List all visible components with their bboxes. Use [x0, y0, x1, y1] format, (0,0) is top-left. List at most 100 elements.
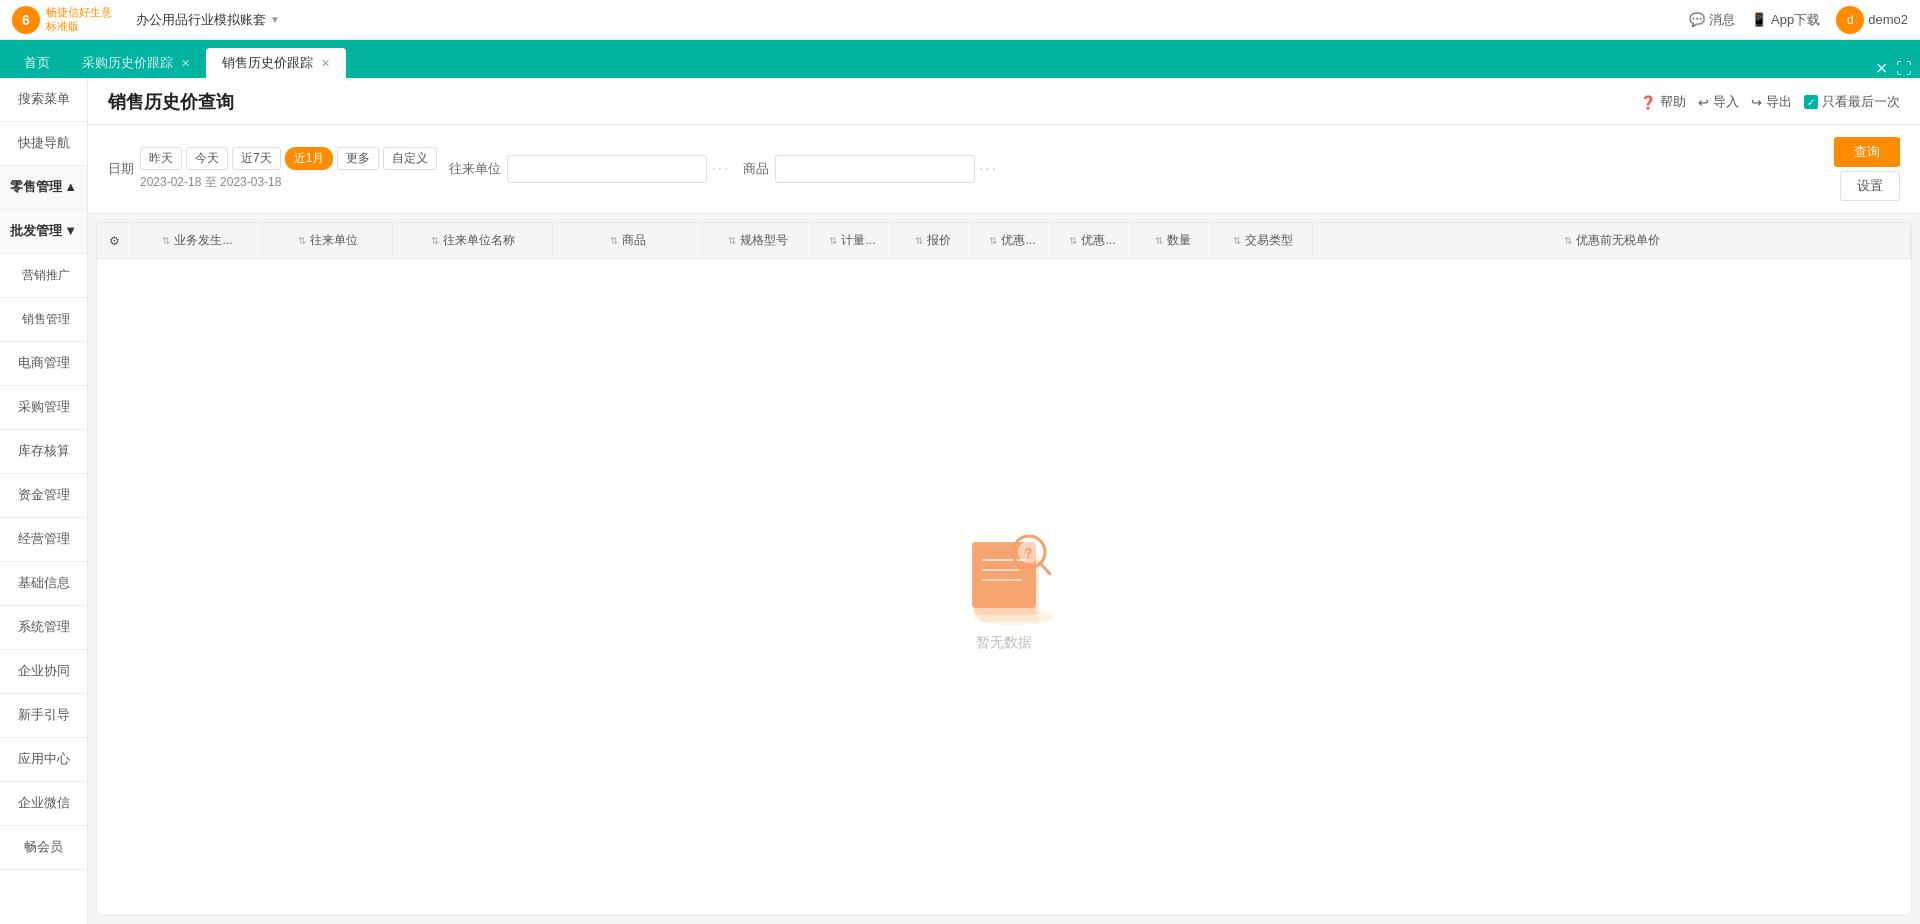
user-profile-button[interactable]: d demo2: [1836, 6, 1908, 34]
partner-input[interactable]: [507, 155, 707, 183]
product-input-wrapper: ···: [775, 155, 998, 183]
sidebar-item-operations[interactable]: 经营管理: [0, 518, 87, 562]
th-price[interactable]: ⇅ 报价: [893, 223, 973, 258]
sort-notax-icon: ⇅: [1564, 235, 1572, 246]
page-actions: ❓ 帮助 ↩ 导入 ↪ 导出 ✓ 只看最后一次: [1640, 93, 1900, 111]
tab-maximize-icon[interactable]: ⛶: [1896, 60, 1912, 78]
sidebar-item-app-center[interactable]: 应用中心: [0, 738, 87, 782]
th-product[interactable]: ⇅ 商品: [553, 223, 703, 258]
message-icon: 💬: [1689, 12, 1705, 27]
sort-unit-icon: ⇅: [829, 235, 837, 246]
th-discount2[interactable]: ⇅ 优惠...: [1053, 223, 1133, 258]
only-last-checkbox[interactable]: ✓ 只看最后一次: [1804, 93, 1900, 111]
date-btn-more[interactable]: 更多: [337, 147, 379, 170]
partner-dots-icon: ···: [711, 160, 730, 178]
help-icon: ❓: [1640, 95, 1656, 110]
sidebar-item-sales-mgmt[interactable]: 销售管理: [0, 298, 87, 342]
export-icon: ↪: [1751, 95, 1762, 110]
sort-trade-icon: ⇅: [1233, 235, 1241, 246]
sidebar: 搜索菜单 快捷导航 零售管理 ▲ 批发管理 ▼ 营销推广 销售管理 电商管理 采…: [0, 78, 88, 924]
tab-close-all-icon[interactable]: ✕: [1875, 59, 1888, 78]
page-header: 销售历史价查询 ❓ 帮助 ↩ 导入 ↪ 导出 ✓: [88, 78, 1920, 125]
top-bar-left: 6 畅捷信好生意 标准版 办公用品行业模拟账套 ▼: [12, 6, 280, 34]
tab-purchase-history[interactable]: 采购历史价跟踪 ✕: [66, 48, 206, 78]
partner-input-wrapper: ···: [507, 155, 730, 183]
th-qty[interactable]: ⇅ 数量: [1133, 223, 1213, 258]
tab-sales-history-close-icon[interactable]: ✕: [321, 57, 330, 70]
sidebar-item-search-menu[interactable]: 搜索菜单: [0, 78, 87, 122]
table-container: ⚙ ⇅ 业务发生... ⇅ 往来单位 ⇅ 往来单位名称 ⇅ 商品: [96, 222, 1912, 916]
sidebar-item-enterprise-wechat[interactable]: 企业微信: [0, 782, 87, 826]
empty-illustration: ?: [954, 522, 1054, 622]
sort-product-icon: ⇅: [610, 235, 618, 246]
th-trade[interactable]: ⇅ 交易类型: [1213, 223, 1313, 258]
query-button[interactable]: 查询: [1834, 137, 1900, 167]
date-label: 日期: [108, 160, 134, 178]
sidebar-item-vip[interactable]: 畅会员: [0, 826, 87, 870]
sidebar-item-purchase[interactable]: 采购管理: [0, 386, 87, 430]
retail-arrow-icon: ▲: [64, 179, 77, 196]
date-btn-1month[interactable]: 近1月: [285, 147, 334, 170]
message-button[interactable]: 💬 消息: [1689, 11, 1735, 29]
checkbox-icon: ✓: [1804, 95, 1818, 109]
date-btn-yesterday[interactable]: 昨天: [140, 147, 182, 170]
settings-gear-icon: ⚙: [109, 234, 120, 248]
date-filter-group: 日期 昨天 今天 近7天 近1月 更多 自定义 2023-02-18 至 202…: [108, 147, 437, 191]
page-title: 销售历史价查询: [108, 90, 234, 114]
sidebar-item-basic-info[interactable]: 基础信息: [0, 562, 87, 606]
sidebar-item-finance[interactable]: 资金管理: [0, 474, 87, 518]
product-dots-icon: ···: [979, 160, 998, 178]
svg-text:?: ?: [1024, 545, 1033, 561]
product-label: 商品: [743, 160, 769, 178]
th-notax-price[interactable]: ⇅ 优惠前无税单价: [1313, 223, 1911, 258]
th-date[interactable]: ⇅ 业务发生...: [133, 223, 263, 258]
logo-area: 6 畅捷信好生意 标准版: [12, 6, 112, 34]
app-selector-arrow-icon: ▼: [270, 14, 280, 25]
empty-text: 暂无数据: [976, 634, 1032, 652]
sidebar-item-quick-nav[interactable]: 快捷导航: [0, 122, 87, 166]
th-discount1[interactable]: ⇅ 优惠...: [973, 223, 1053, 258]
th-unit[interactable]: ⇅ 计量...: [813, 223, 893, 258]
date-buttons: 昨天 今天 近7天 近1月 更多 自定义: [140, 147, 437, 170]
settings-button[interactable]: 设置: [1840, 171, 1900, 201]
th-settings[interactable]: ⚙: [97, 223, 133, 258]
sidebar-item-enterprise[interactable]: 企业协同: [0, 650, 87, 694]
sidebar-item-marketing[interactable]: 营销推广: [0, 254, 87, 298]
product-input[interactable]: [775, 155, 975, 183]
import-icon: ↩: [1698, 95, 1709, 110]
sidebar-item-retail-mgmt[interactable]: 零售管理 ▲: [0, 166, 87, 210]
svg-line-9: [1040, 563, 1050, 574]
th-spec[interactable]: ⇅ 规格型号: [703, 223, 813, 258]
content-area: 销售历史价查询 ❓ 帮助 ↩ 导入 ↪ 导出 ✓: [88, 78, 1920, 924]
date-btn-today[interactable]: 今天: [186, 147, 228, 170]
avatar: d: [1836, 6, 1864, 34]
tab-bar-right: ✕ ⛶: [1875, 59, 1912, 78]
sort-discount1-icon: ⇅: [989, 235, 997, 246]
date-btn-custom[interactable]: 自定义: [383, 147, 437, 170]
date-btn-7days[interactable]: 近7天: [232, 147, 281, 170]
tab-purchase-history-close-icon[interactable]: ✕: [181, 57, 190, 70]
logo-text: 畅捷信好生意 标准版: [46, 6, 112, 32]
sidebar-item-inventory[interactable]: 库存核算: [0, 430, 87, 474]
app-selector[interactable]: 办公用品行业模拟账套 ▼: [136, 11, 280, 29]
sort-price-icon: ⇅: [915, 235, 923, 246]
filter-area: 日期 昨天 今天 近7天 近1月 更多 自定义 2023-02-18 至 202…: [88, 125, 1920, 214]
th-partner-code[interactable]: ⇅ 往来单位: [263, 223, 393, 258]
sidebar-item-ecommerce[interactable]: 电商管理: [0, 342, 87, 386]
filter-row: 日期 昨天 今天 近7天 近1月 更多 自定义 2023-02-18 至 202…: [108, 137, 1900, 201]
tab-home[interactable]: 首页: [8, 48, 66, 78]
sidebar-item-wholesale-mgmt[interactable]: 批发管理 ▼: [0, 210, 87, 254]
sidebar-item-system[interactable]: 系统管理: [0, 606, 87, 650]
export-button[interactable]: ↪ 导出: [1751, 93, 1792, 111]
logo-icon: 6: [12, 6, 40, 34]
th-partner-name[interactable]: ⇅ 往来单位名称: [393, 223, 553, 258]
tab-sales-history[interactable]: 销售历史价跟踪 ✕: [206, 48, 346, 78]
sort-discount2-icon: ⇅: [1069, 235, 1077, 246]
sidebar-item-newbie[interactable]: 新手引导: [0, 694, 87, 738]
sort-partner-code-icon: ⇅: [298, 235, 306, 246]
top-bar-right: 💬 消息 📱 App下载 d demo2: [1689, 6, 1908, 34]
import-button[interactable]: ↩ 导入: [1698, 93, 1739, 111]
table-header: ⚙ ⇅ 业务发生... ⇅ 往来单位 ⇅ 往来单位名称 ⇅ 商品: [97, 223, 1911, 259]
app-download-button[interactable]: 📱 App下载: [1751, 11, 1820, 29]
help-button[interactable]: ❓ 帮助: [1640, 93, 1686, 111]
